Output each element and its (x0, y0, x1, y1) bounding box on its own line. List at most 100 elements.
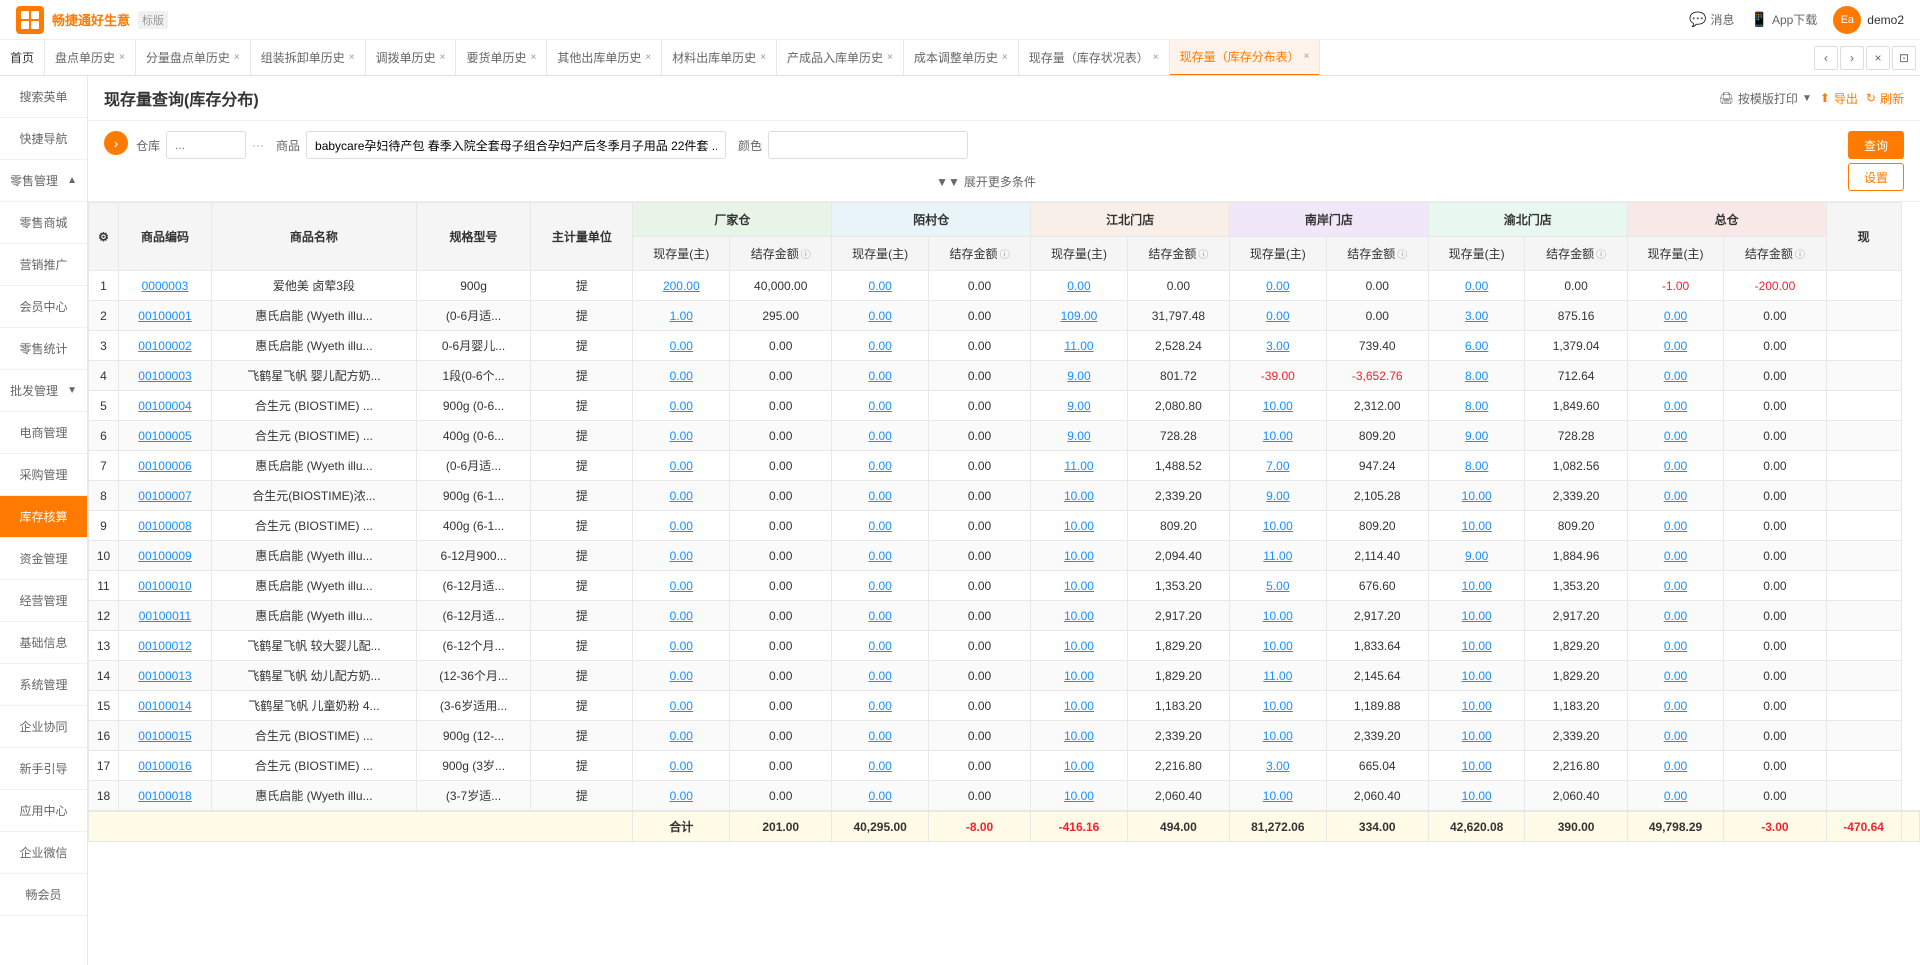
table-cell[interactable]: 9.00 (1031, 421, 1128, 451)
table-cell[interactable]: 5.00 (1230, 571, 1327, 601)
tab-close-icon[interactable]: × (440, 52, 446, 63)
table-cell[interactable]: 0.00 (1627, 481, 1724, 511)
table-cell[interactable]: 0.00 (1428, 271, 1525, 301)
tab-next-btn[interactable]: › (1840, 46, 1864, 70)
sidebar-item-purchase[interactable]: 采购管理 (0, 454, 87, 496)
tab-stock-distribution[interactable]: 现存量（库存分布表）× (1170, 40, 1321, 76)
table-cell[interactable]: 0.00 (1230, 271, 1327, 301)
table-cell[interactable]: 6.00 (1428, 331, 1525, 361)
sidebar-item-system[interactable]: 系统管理 (0, 664, 87, 706)
table-cell[interactable]: 00100010 (119, 571, 212, 601)
table-cell[interactable]: 0.00 (832, 451, 929, 481)
table-cell[interactable]: 0.00 (633, 481, 730, 511)
table-cell[interactable]: 0.00 (832, 421, 929, 451)
table-cell[interactable]: 0.00 (832, 661, 929, 691)
table-cell[interactable]: 11.00 (1230, 541, 1327, 571)
color-input[interactable] (768, 131, 968, 159)
table-cell[interactable]: 0.00 (633, 601, 730, 631)
table-cell[interactable]: 0.00 (832, 751, 929, 781)
table-cell[interactable]: 0.00 (633, 691, 730, 721)
table-cell[interactable]: 0.00 (1627, 721, 1724, 751)
messages-btn[interactable]: 💬 消息 (1689, 11, 1734, 28)
table-cell[interactable]: 0.00 (1627, 421, 1724, 451)
tab-inventory-history[interactable]: 盘点单历史× (45, 40, 136, 76)
table-cell[interactable]: 1.00 (633, 301, 730, 331)
tab-home[interactable]: 首页 (0, 40, 45, 76)
table-cell[interactable]: 00100011 (119, 601, 212, 631)
tab-close-icon[interactable]: × (1304, 51, 1310, 62)
table-cell[interactable]: 8.00 (1428, 451, 1525, 481)
table-cell[interactable]: 00100004 (119, 391, 212, 421)
sidebar-item-finance[interactable]: 资金管理 (0, 538, 87, 580)
table-cell[interactable]: 0.00 (1627, 391, 1724, 421)
table-cell[interactable]: 10.00 (1031, 781, 1128, 812)
table-cell[interactable]: -1.00 (1627, 271, 1724, 301)
table-cell[interactable]: 10.00 (1031, 541, 1128, 571)
table-cell[interactable]: 0.00 (1031, 271, 1128, 301)
table-cell[interactable]: 10.00 (1428, 571, 1525, 601)
table-cell[interactable]: 0.00 (832, 541, 929, 571)
sidebar-item-guide[interactable]: 新手引导 (0, 748, 87, 790)
table-cell[interactable]: 0.00 (1627, 361, 1724, 391)
table-cell[interactable]: 10.00 (1428, 601, 1525, 631)
table-cell[interactable]: 0.00 (1627, 451, 1724, 481)
table-cell[interactable]: 0.00 (633, 421, 730, 451)
table-cell[interactable]: 10.00 (1428, 781, 1525, 812)
table-cell[interactable]: 00100005 (119, 421, 212, 451)
table-container[interactable]: ⚙ 商品编码 商品名称 规格型号 主计量单位 厂家仓 陌村仓 江北门店 南岸门店… (88, 202, 1920, 965)
tab-close-icon[interactable]: × (760, 52, 766, 63)
table-cell[interactable]: 9.00 (1428, 541, 1525, 571)
table-cell[interactable]: 0.00 (633, 361, 730, 391)
tab-close-icon[interactable]: × (530, 52, 536, 63)
table-cell[interactable]: 0.00 (1627, 511, 1724, 541)
sidebar-item-basics[interactable]: 基础信息 (0, 622, 87, 664)
table-cell[interactable]: 11.00 (1031, 451, 1128, 481)
table-cell[interactable]: 0.00 (1627, 571, 1724, 601)
table-cell[interactable]: 0.00 (832, 271, 929, 301)
table-cell[interactable]: 9.00 (1230, 481, 1327, 511)
table-cell[interactable]: 0.00 (633, 661, 730, 691)
table-cell[interactable]: 10.00 (1031, 661, 1128, 691)
table-cell[interactable]: 10.00 (1230, 691, 1327, 721)
table-cell[interactable]: 0.00 (633, 451, 730, 481)
table-cell[interactable]: 9.00 (1428, 421, 1525, 451)
query-button[interactable]: 查询 (1848, 131, 1904, 159)
table-cell[interactable]: 0.00 (1627, 661, 1724, 691)
table-cell[interactable]: 10.00 (1031, 571, 1128, 601)
sidebar-item-collaboration[interactable]: 企业协同 (0, 706, 87, 748)
table-cell[interactable]: 0.00 (832, 361, 929, 391)
table-cell[interactable]: 0.00 (832, 691, 929, 721)
table-cell[interactable]: 00100003 (119, 361, 212, 391)
table-cell[interactable]: 10.00 (1428, 631, 1525, 661)
warehouse-input[interactable] (166, 131, 246, 159)
table-cell[interactable]: 3.00 (1428, 301, 1525, 331)
sidebar-item-retail-mall[interactable]: 零售商城 (0, 202, 87, 244)
table-cell[interactable]: 8.00 (1428, 361, 1525, 391)
table-cell[interactable]: 0.00 (832, 391, 929, 421)
tab-close-icon[interactable]: × (645, 52, 651, 63)
table-cell[interactable]: 0.00 (832, 571, 929, 601)
tab-close-icon[interactable]: × (234, 52, 240, 63)
table-cell[interactable]: 0.00 (1627, 541, 1724, 571)
table-cell[interactable]: 0.00 (832, 601, 929, 631)
table-cell[interactable]: 3.00 (1230, 751, 1327, 781)
table-cell[interactable]: 0.00 (633, 631, 730, 661)
table-cell[interactable]: 11.00 (1230, 661, 1327, 691)
tab-outbound-history[interactable]: 其他出库单历史× (547, 40, 662, 76)
sidebar-item-retail-mgmt[interactable]: 零售管理▲ (0, 160, 87, 202)
table-cell[interactable]: 0.00 (832, 301, 929, 331)
table-cell[interactable]: 10.00 (1230, 781, 1327, 812)
table-cell[interactable]: 00100002 (119, 331, 212, 361)
warehouse-dots[interactable]: ··· (252, 138, 264, 152)
tab-prev-btn[interactable]: ‹ (1814, 46, 1838, 70)
table-cell[interactable]: 0.00 (633, 721, 730, 751)
refresh-btn[interactable]: ↻ 刷新 (1866, 90, 1904, 107)
table-cell[interactable]: 0.00 (633, 571, 730, 601)
table-cell[interactable]: 8.00 (1428, 391, 1525, 421)
tab-close-icon[interactable]: × (119, 52, 125, 63)
tab-product-history[interactable]: 产成品入库单历史× (777, 40, 904, 76)
table-cell[interactable]: 0.00 (633, 331, 730, 361)
table-cell[interactable]: -39.00 (1230, 361, 1327, 391)
table-cell[interactable]: 10.00 (1031, 691, 1128, 721)
table-cell[interactable]: 0.00 (633, 781, 730, 812)
